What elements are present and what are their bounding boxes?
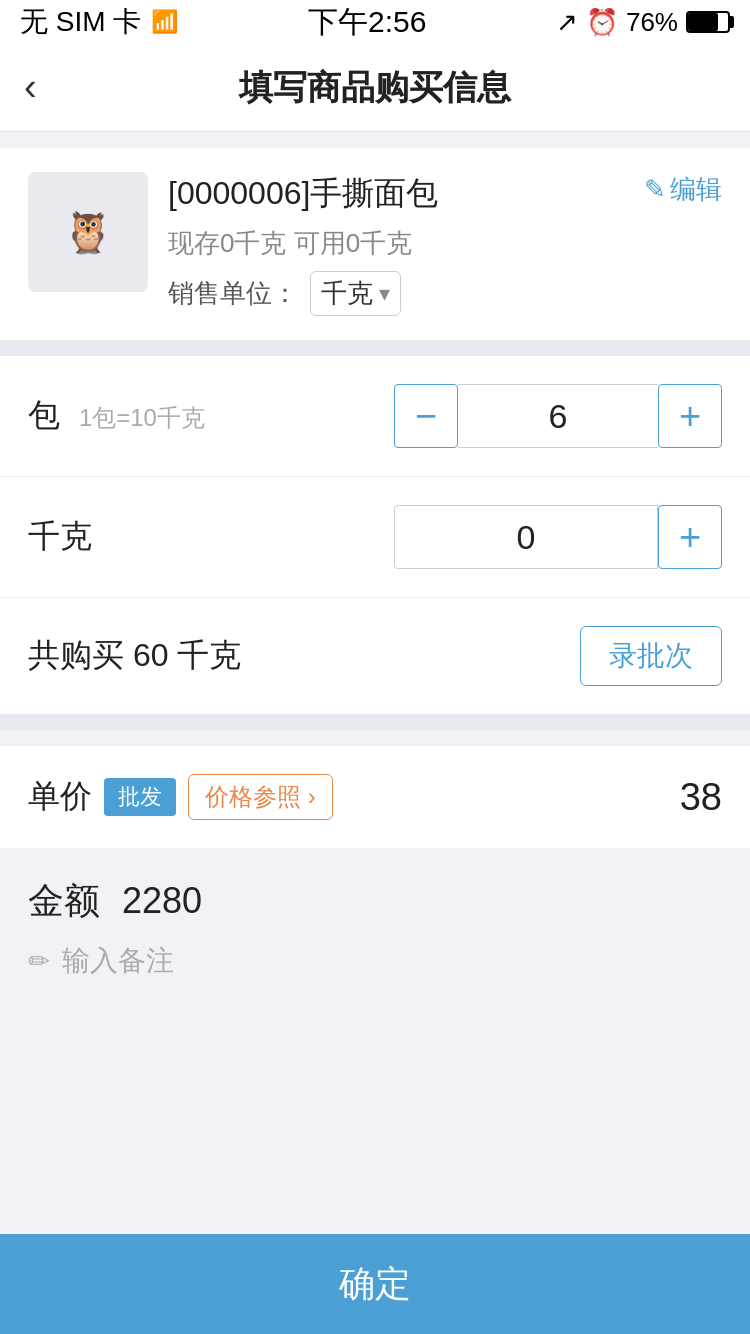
price-label: 单价	[28, 775, 92, 819]
product-card: 🦉 [0000006]手撕面包 现存0千克 可用0千克 销售单位： 千克 ▾ ✎…	[0, 148, 750, 340]
total-row: 共购买 60 千克 录批次	[0, 598, 750, 714]
alarm-icon: ⏰	[586, 7, 618, 38]
edit-button[interactable]: ✎ 编辑	[644, 172, 722, 207]
divider-1	[0, 340, 750, 356]
kg-quantity-control: +	[394, 505, 722, 569]
edit-icon: ✎	[644, 174, 666, 205]
batch-button[interactable]: 录批次	[580, 626, 722, 686]
product-thumbnail: 🦉	[28, 172, 148, 292]
kg-section: 千克 +	[0, 477, 750, 598]
location-icon: ↗	[556, 7, 578, 38]
carrier-text: 无 SIM 卡	[20, 3, 141, 41]
bao-label: 包 1包=10千克	[28, 394, 394, 438]
confirm-button-label: 确定	[339, 1260, 411, 1309]
note-placeholder: 输入备注	[62, 942, 174, 980]
bao-minus-button[interactable]: −	[394, 384, 458, 448]
unit-dropdown[interactable]: 千克 ▾	[310, 271, 401, 316]
battery-percent: 76%	[626, 7, 678, 38]
bao-input-row: 包 1包=10千克 − +	[0, 356, 750, 477]
kg-input-row: 千克 +	[0, 477, 750, 598]
product-logo: 🦉	[63, 209, 113, 256]
product-stock: 现存0千克 可用0千克	[168, 226, 722, 261]
price-section: 单价 批发 价格参照 › 38	[0, 746, 750, 849]
price-value: 38	[680, 776, 722, 819]
page-title: 填写商品购买信息	[239, 65, 511, 111]
amount-value: 2280	[122, 880, 202, 921]
price-ref-button[interactable]: 价格参照 ›	[188, 774, 333, 820]
amount-row: 金额 2280	[28, 877, 722, 926]
price-tag: 批发	[104, 778, 176, 816]
amount-section: 金额 2280 ✏ 输入备注	[0, 849, 750, 996]
kg-plus-button[interactable]: +	[658, 505, 722, 569]
bao-quantity-input[interactable]	[458, 384, 658, 448]
status-left: 无 SIM 卡 📶	[20, 3, 178, 41]
wifi-icon: 📶	[151, 9, 178, 35]
amount-label: 金额	[28, 880, 100, 921]
dropdown-arrow-icon: ▾	[379, 281, 390, 307]
nav-bar: ‹ 填写商品购买信息	[0, 44, 750, 132]
kg-quantity-input[interactable]	[394, 505, 658, 569]
kg-label: 千克	[28, 515, 394, 559]
bao-sub-label: 1包=10千克	[79, 404, 205, 431]
product-info: [0000006]手撕面包 现存0千克 可用0千克 销售单位： 千克 ▾	[168, 172, 722, 316]
time-display: 下午2:56	[308, 2, 426, 43]
divider-2	[0, 714, 750, 730]
status-bar: 无 SIM 卡 📶 下午2:56 ↗ ⏰ 76%	[0, 0, 750, 44]
product-name: [0000006]手撕面包	[168, 172, 722, 216]
bao-section: 包 1包=10千克 − +	[0, 356, 750, 477]
pencil-icon: ✏	[28, 946, 50, 977]
bao-quantity-control: − +	[394, 384, 722, 448]
bao-plus-button[interactable]: +	[658, 384, 722, 448]
back-button[interactable]: ‹	[24, 66, 37, 109]
unit-value: 千克	[321, 276, 373, 311]
product-unit-row: 销售单位： 千克 ▾	[168, 271, 722, 316]
confirm-button[interactable]: 确定	[0, 1234, 750, 1334]
total-text: 共购买 60 千克	[28, 634, 241, 678]
unit-label: 销售单位：	[168, 276, 298, 311]
edit-label: 编辑	[670, 172, 722, 207]
price-row: 单价 批发 价格参照 › 38	[0, 746, 750, 849]
note-row[interactable]: ✏ 输入备注	[28, 942, 722, 980]
status-right: ↗ ⏰ 76%	[556, 7, 730, 38]
battery-icon	[686, 11, 730, 33]
